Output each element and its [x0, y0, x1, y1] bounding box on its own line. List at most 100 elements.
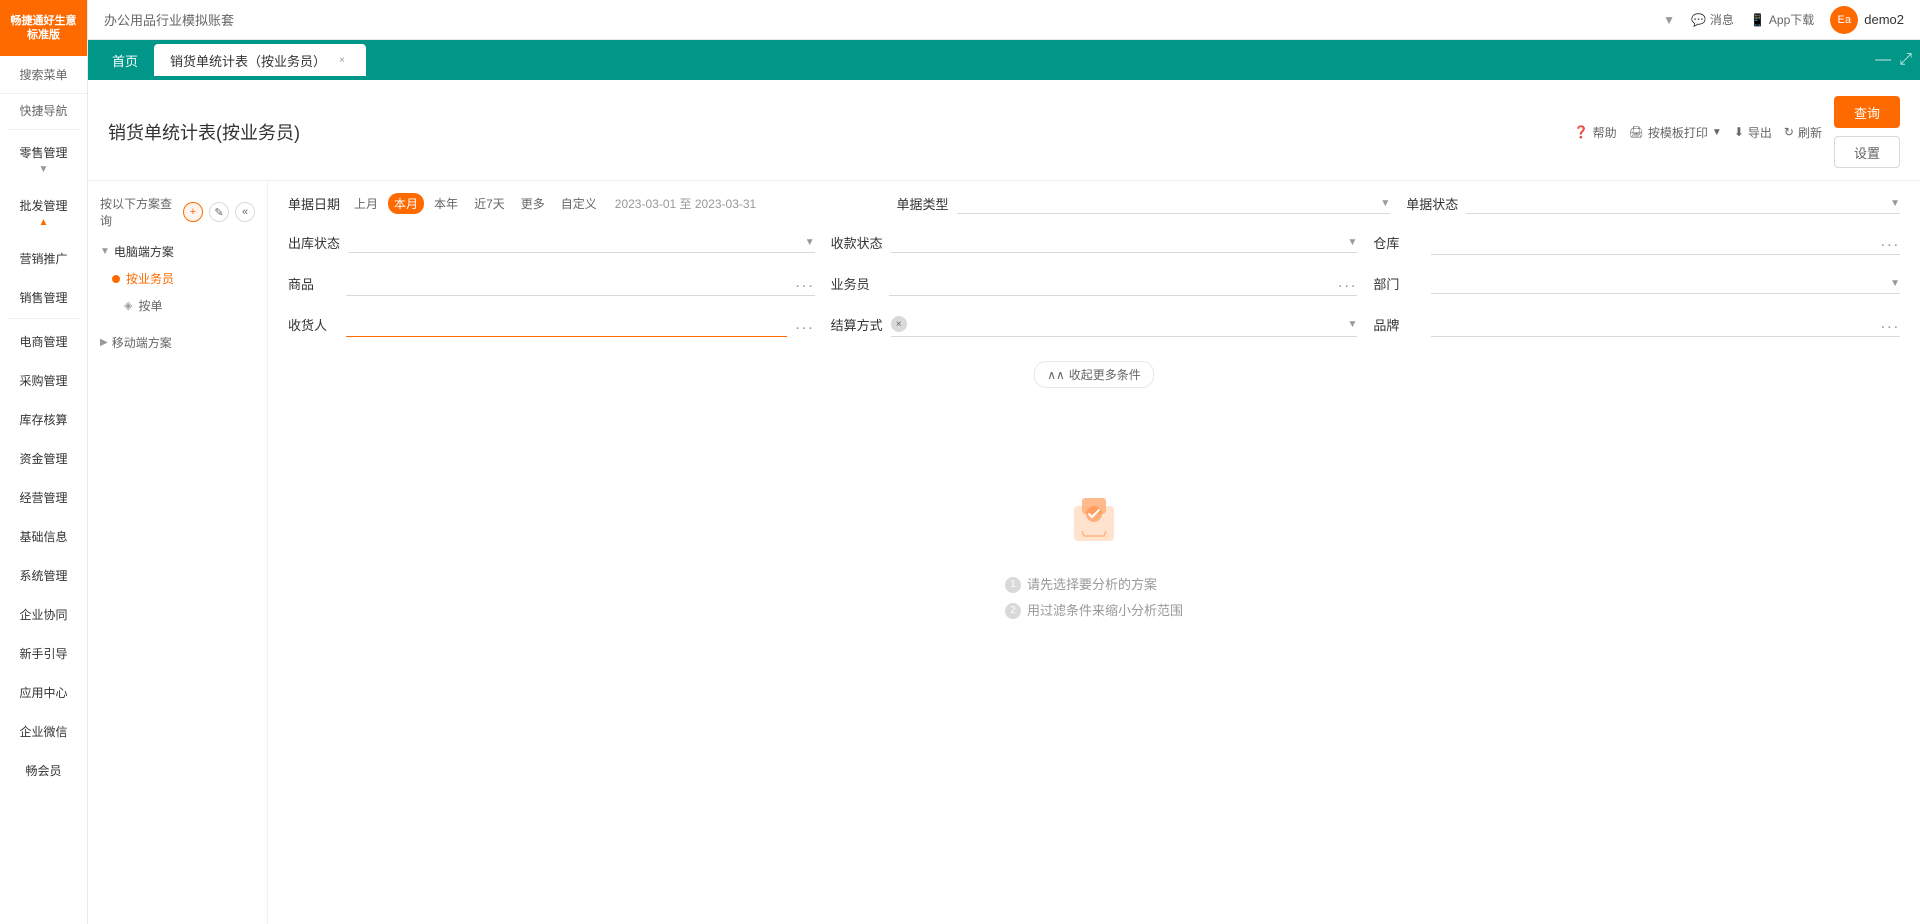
date-tab-last-month[interactable]: 上月 — [348, 193, 384, 214]
print-btn[interactable]: 🖨 按模板打印 ▼ — [1629, 124, 1722, 141]
operations-label: 经营管理 — [4, 489, 83, 506]
sidebar-item-retail[interactable]: 零售管理 ▼ — [0, 132, 87, 185]
message-btn[interactable]: 💬 消息 — [1691, 11, 1734, 28]
scheme-add-btn[interactable]: + — [183, 202, 203, 222]
tip-num-2: 2 — [1005, 603, 1021, 619]
print-expand-icon: ▼ — [1712, 127, 1722, 138]
collapse-btn[interactable]: ∧∧ 收起更多条件 — [1034, 361, 1154, 388]
tip-text-2: 用过滤条件来缩小分析范围 — [1027, 598, 1183, 624]
marketing-label: 营销推广 — [4, 250, 83, 267]
brand-label: 品牌 — [1373, 315, 1423, 334]
sidebar-item-guide[interactable]: 新手引导 — [0, 633, 87, 672]
desktop-scheme-section: ▼ 电脑端方案 按业务员 ◈ 按单 — [88, 235, 267, 322]
tab-home[interactable]: 首页 — [96, 44, 154, 76]
retail-label: 零售管理 — [4, 144, 83, 161]
salesperson-dots-icon[interactable]: ... — [1338, 275, 1357, 291]
print-icon: 🖨 — [1629, 125, 1644, 139]
sidebar-item-operations[interactable]: 经营管理 — [0, 477, 87, 516]
search-menu-btn[interactable]: 搜索菜单 — [0, 56, 87, 94]
desktop-section-title[interactable]: ▼ 电脑端方案 — [88, 239, 267, 264]
settlement-select[interactable]: × ▼ — [891, 312, 1358, 337]
sidebar-item-system[interactable]: 系统管理 — [0, 555, 87, 594]
tab-close-btn[interactable]: × — [334, 52, 350, 68]
tab-maximize-btn[interactable]: ⤢ — [1899, 51, 1912, 69]
help-icon: ❓ — [1574, 125, 1589, 139]
sidebar-item-basic[interactable]: 基础信息 — [0, 516, 87, 555]
app-download-btn[interactable]: 📱 App下载 — [1750, 11, 1814, 28]
topbar-subtitle: 办公用品行业模拟账套 — [104, 10, 1647, 29]
refresh-label: 刷新 — [1798, 124, 1822, 141]
goods-dots-icon[interactable]: ... — [795, 275, 814, 291]
doc-status-select[interactable]: ▼ — [1466, 194, 1900, 214]
salesperson-label: 业务员 — [831, 274, 881, 293]
query-button[interactable]: 查询 — [1834, 96, 1900, 128]
sidebar-item-inventory[interactable]: 库存核算 — [0, 399, 87, 438]
date-group: 上月 本月 本年 近7天 更多 自定义 2023-03-01 至 2023-03… — [348, 193, 880, 214]
sidebar-item-marketing[interactable]: 营销推广 — [0, 238, 87, 277]
collect-status-select[interactable]: ▼ — [891, 233, 1358, 253]
mobile-section-label: 移动端方案 — [112, 334, 172, 351]
date-tab-this-month[interactable]: 本月 — [388, 193, 424, 214]
out-status-select[interactable]: ▼ — [348, 233, 815, 253]
sidebar-item-sales[interactable]: 销售管理 — [0, 277, 87, 316]
dept-select[interactable]: ▼ — [1431, 274, 1900, 294]
tab-minimize-btn[interactable]: — — [1875, 51, 1891, 69]
tab-active[interactable]: 销货单统计表（按业务员） × — [154, 44, 366, 76]
scheme-edit-btn[interactable]: ✎ — [209, 202, 229, 222]
sidebar-item-wholesale[interactable]: 批发管理 ▲ — [0, 185, 87, 238]
date-tab-this-year[interactable]: 本年 — [428, 193, 464, 214]
refresh-btn[interactable]: ↻ 刷新 — [1784, 124, 1822, 141]
quick-nav-btn[interactable]: 快捷导航 — [0, 94, 87, 127]
receiver-dots-icon[interactable]: ... — [795, 317, 814, 333]
scheme-item-salesperson[interactable]: 按业务员 — [88, 264, 267, 293]
scheme-collapse-btn[interactable]: « — [235, 202, 255, 222]
page-actions: ❓ 帮助 🖨 按模板打印 ▼ ⬇ 导出 ↻ 刷新 — [1574, 96, 1900, 168]
warehouse-label: 仓库 — [1373, 233, 1423, 252]
scheme-header-title: 按以下方案查询 — [100, 195, 183, 229]
scheme-sub-item-order[interactable]: ◈ 按单 — [88, 293, 267, 318]
salesperson-scheme-label: 按业务员 — [126, 270, 174, 287]
filter-dept: 部门 ▼ — [1373, 274, 1900, 294]
filter-date: 单据日期 上月 本月 本年 近7天 更多 自定义 20 — [288, 193, 881, 214]
brand-dots-icon[interactable]: ... — [1881, 316, 1900, 332]
sidebar-item-member[interactable]: 畅会员 — [0, 750, 87, 789]
wechat-label: 企业微信 — [4, 723, 83, 740]
tab-active-label: 销货单统计表（按业务员） — [170, 51, 326, 70]
filter-row-2: 出库状态 ▼ 收款状态 ▼ — [288, 230, 1900, 255]
brand-select[interactable]: ... — [1431, 312, 1900, 337]
system-label: 系统管理 — [4, 567, 83, 584]
sidebar-item-ecommerce[interactable]: 电商管理 — [0, 321, 87, 360]
sidebar-item-finance[interactable]: 资金管理 — [0, 438, 87, 477]
date-tab-7days[interactable]: 近7天 — [468, 193, 511, 214]
settlement-clear-btn[interactable]: × — [891, 316, 907, 332]
sidebar-item-purchase[interactable]: 采购管理 — [0, 360, 87, 399]
sub-order-label: 按单 — [138, 297, 162, 314]
collapse-arrow-icon: ∧∧ — [1047, 368, 1065, 382]
scheme-header: 按以下方案查询 + ✎ « — [88, 189, 267, 235]
dept-label: 部门 — [1373, 274, 1423, 293]
sidebar-item-apps[interactable]: 应用中心 — [0, 672, 87, 711]
goods-select[interactable]: ... — [346, 271, 815, 296]
salesperson-select[interactable]: ... — [889, 271, 1358, 296]
guide-label: 新手引导 — [4, 645, 83, 662]
divider — [8, 129, 79, 130]
help-btn[interactable]: ❓ 帮助 — [1574, 124, 1617, 141]
date-tab-more[interactable]: 更多 — [515, 193, 551, 214]
refresh-icon: ↻ — [1784, 125, 1794, 139]
date-tab-custom[interactable]: 自定义 — [555, 193, 603, 214]
logo-subtext: 标准版 — [27, 28, 60, 42]
receiver-input[interactable] — [346, 313, 787, 337]
collect-status-arrow-icon: ▼ — [1347, 237, 1357, 248]
empty-tip-1: 1 请先选择要分析的方案 — [1005, 572, 1183, 598]
dropdown-arrow-icon[interactable]: ▼ — [1663, 13, 1675, 27]
divider2 — [8, 318, 79, 319]
sidebar-item-enterprise[interactable]: 企业协同 — [0, 594, 87, 633]
settings-button[interactable]: 设置 — [1834, 136, 1900, 168]
warehouse-select[interactable]: ... — [1431, 230, 1900, 255]
user-area[interactable]: Ea demo2 — [1830, 6, 1904, 34]
doc-type-select[interactable]: ▼ — [957, 194, 1391, 214]
mobile-section-title[interactable]: ▶ 移动端方案 — [88, 330, 267, 355]
warehouse-dots-icon[interactable]: ... — [1881, 234, 1900, 250]
export-btn[interactable]: ⬇ 导出 — [1734, 124, 1772, 141]
sidebar-item-wechat[interactable]: 企业微信 — [0, 711, 87, 750]
